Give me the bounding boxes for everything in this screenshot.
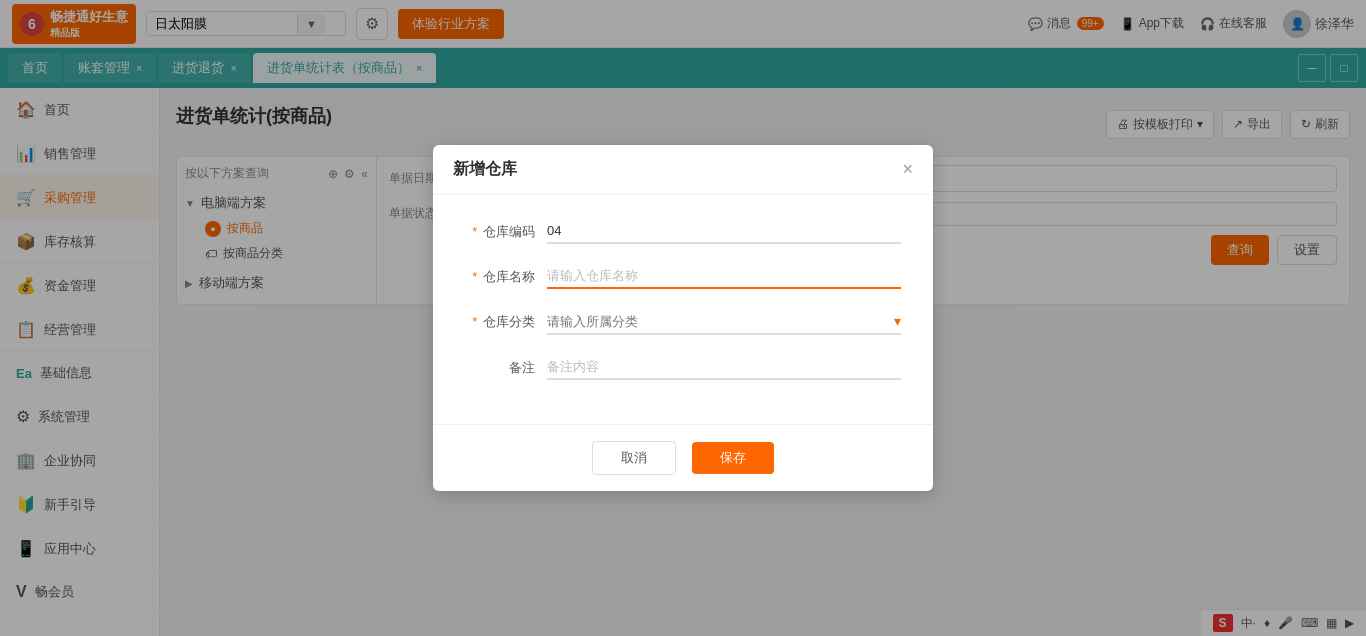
code-input[interactable] — [547, 219, 901, 244]
required-star-name: * — [472, 269, 477, 284]
name-input[interactable] — [547, 264, 901, 289]
dialog-body: * 仓库编码 * 仓库名称 * 仓库分类 — [433, 195, 933, 424]
category-dropdown-icon[interactable]: ▾ — [894, 313, 901, 329]
category-select-row[interactable]: ▾ — [547, 309, 901, 335]
dialog-add-warehouse: 新增仓库 × * 仓库编码 * 仓库名称 — [433, 145, 933, 491]
note-label-text: 备注 — [509, 360, 535, 375]
cancel-button[interactable]: 取消 — [592, 441, 676, 475]
save-button[interactable]: 保存 — [692, 442, 774, 474]
note-input[interactable] — [547, 355, 901, 380]
note-label: 备注 — [465, 359, 535, 377]
category-label: * 仓库分类 — [465, 313, 535, 331]
dialog-close-btn[interactable]: × — [902, 159, 913, 180]
required-star-category: * — [472, 314, 477, 329]
code-label-text: 仓库编码 — [483, 224, 535, 239]
form-row-category: * 仓库分类 ▾ — [465, 309, 901, 335]
form-row-code: * 仓库编码 — [465, 219, 901, 244]
dialog-header: 新增仓库 × — [433, 145, 933, 195]
code-label: * 仓库编码 — [465, 223, 535, 241]
category-label-text: 仓库分类 — [483, 314, 535, 329]
dialog-title: 新增仓库 — [453, 159, 517, 180]
dialog-overlay: 新增仓库 × * 仓库编码 * 仓库名称 — [0, 0, 1366, 636]
name-label-text: 仓库名称 — [483, 269, 535, 284]
required-star-code: * — [472, 224, 477, 239]
form-row-name: * 仓库名称 — [465, 264, 901, 289]
name-label: * 仓库名称 — [465, 268, 535, 286]
category-input[interactable] — [547, 314, 894, 329]
dialog-footer: 取消 保存 — [433, 424, 933, 491]
form-row-note: 备注 — [465, 355, 901, 380]
